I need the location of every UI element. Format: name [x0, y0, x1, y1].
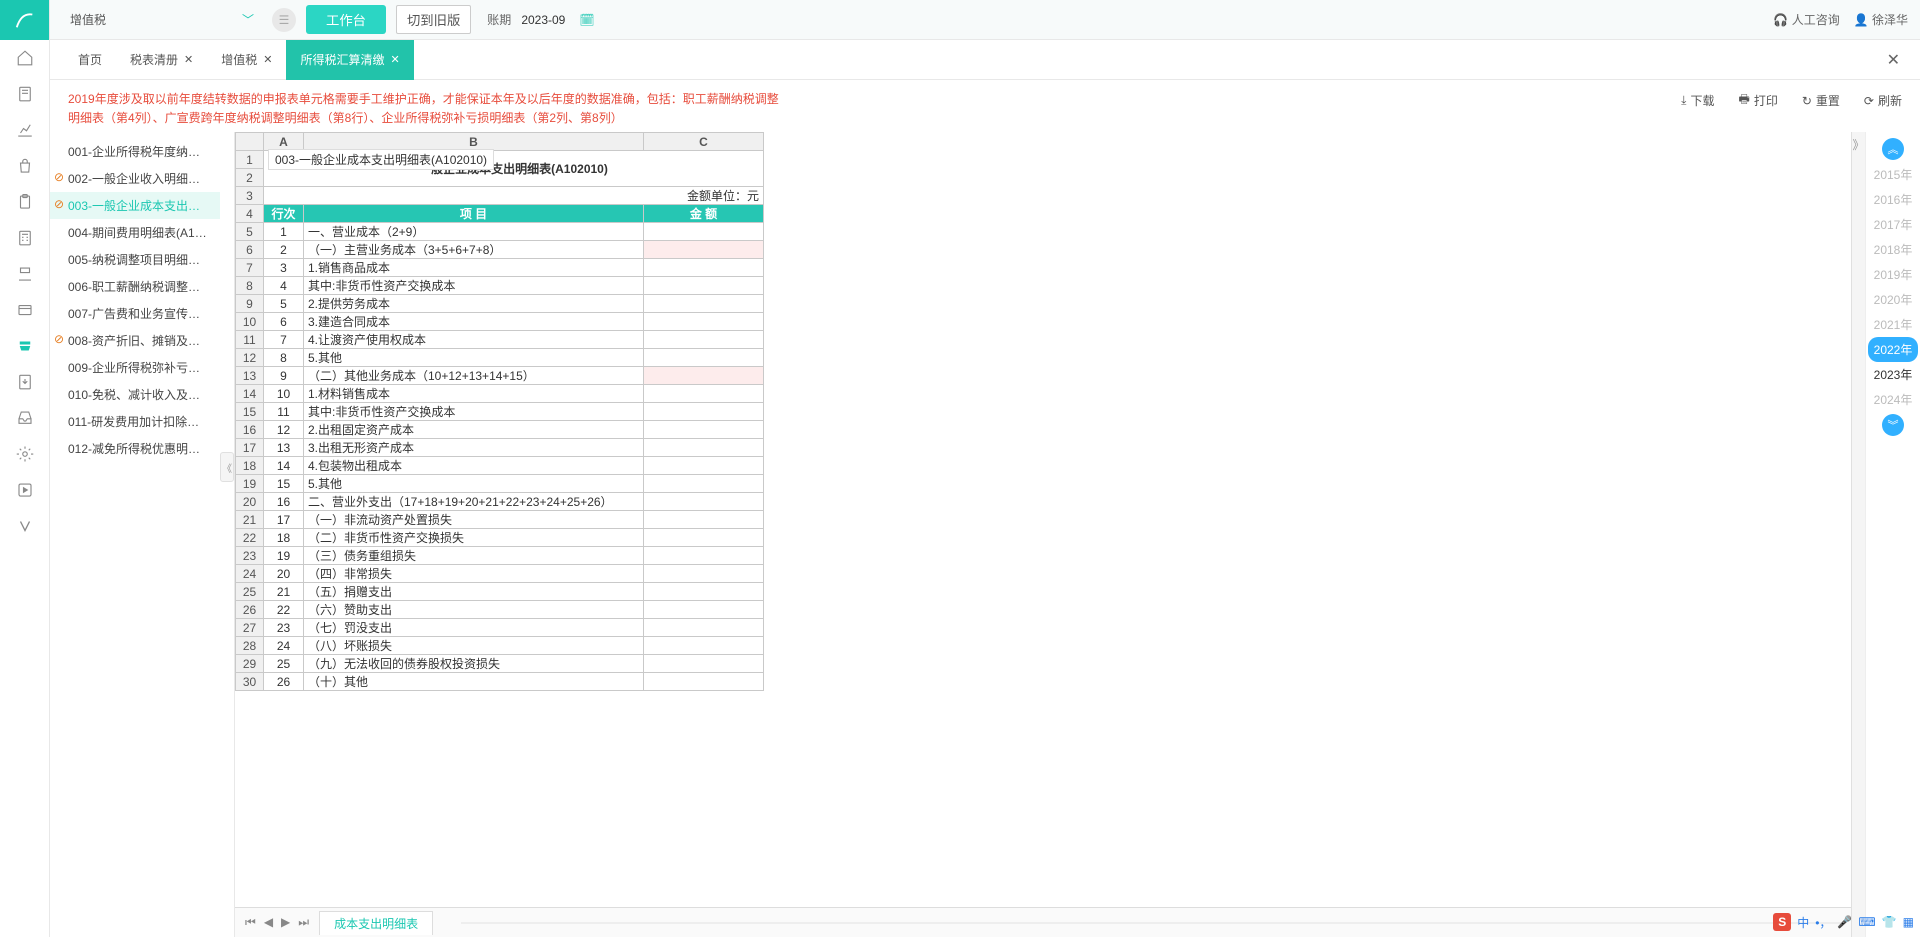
sheet-nav-first-icon[interactable]: ⏮ [243, 915, 258, 930]
ime-skin-icon[interactable]: 👕 [1882, 915, 1897, 929]
company-dropdown[interactable]: 增值税﹀ [62, 7, 262, 32]
nav-doc-icon[interactable] [0, 76, 49, 112]
collapse-tree-icon[interactable]: 《 [220, 452, 234, 482]
nav-play-icon[interactable] [0, 472, 49, 508]
left-sidebar [0, 0, 50, 937]
ime-logo-icon[interactable]: S [1773, 913, 1791, 931]
tree-item-11[interactable]: 012-减免所得税优惠明细表(… [50, 435, 220, 462]
ime-punct-icon[interactable]: •， [1815, 914, 1831, 931]
reset-button[interactable]: ↻ 重置 [1802, 90, 1840, 111]
year-2017年[interactable]: 2017年 [1868, 212, 1919, 237]
year-2016年[interactable]: 2016年 [1868, 187, 1919, 212]
year-2019年[interactable]: 2019年 [1868, 262, 1919, 287]
app-logo[interactable] [0, 0, 49, 40]
form-tree: 001-企业所得税年度纳税申…002-一般企业收入明细表(A…003-一般企业成… [50, 132, 220, 937]
print-button[interactable]: 🖶 打印 [1739, 90, 1778, 111]
spreadsheet[interactable]: ABC1一般企业成本支出明细表(A102010)23003-一般企业成本支出明细… [235, 132, 764, 691]
calendar-icon[interactable]: 🗓 [579, 13, 594, 27]
ime-toolbar: S 中 •， 🎤 ⌨ 👕 ▦ [1773, 913, 1914, 931]
sheet-nav-last-icon[interactable]: ⏭ [296, 915, 311, 930]
nav-v-icon[interactable] [0, 508, 49, 544]
nav-clipboard-icon[interactable] [0, 184, 49, 220]
chevron-down-icon: ﹀ [242, 11, 254, 28]
nav-calc-icon[interactable] [0, 220, 49, 256]
refresh-button[interactable]: ⟳ 刷新 [1864, 90, 1902, 111]
tree-item-5[interactable]: 006-职工薪酬纳税调整明细… [50, 273, 220, 300]
download-button[interactable]: ⤓ 下载 [1681, 90, 1714, 111]
tabbar: 首页税表清册✕增值税✕所得税汇算清缴✕ ✕ [50, 40, 1920, 80]
sheet-nav-prev-icon[interactable]: ◀ [262, 915, 275, 930]
nav-gear-icon[interactable] [0, 436, 49, 472]
tab-close-icon[interactable]: ✕ [391, 53, 400, 66]
nav-tax-icon[interactable] [0, 328, 49, 364]
year-rail: ︽ 2015年2016年2017年2018年2019年2020年2021年202… [1865, 132, 1920, 937]
nav-stamp-icon[interactable] [0, 256, 49, 292]
consult-link[interactable]: 🎧 人工咨询 [1773, 11, 1839, 28]
user-menu[interactable]: 👤 徐泽华 [1854, 11, 1908, 28]
tab-1[interactable]: 税表清册✕ [116, 40, 207, 80]
tab-close-icon[interactable]: ✕ [184, 53, 193, 66]
notice-text: 2019年度涉及取以前年度结转数据的申报表单元格需要手工维护正确，才能保证本年及… [68, 90, 788, 128]
tab-0[interactable]: 首页 [64, 40, 116, 80]
tree-item-1[interactable]: 002-一般企业收入明细表(A… [50, 165, 220, 192]
year-2018年[interactable]: 2018年 [1868, 237, 1919, 262]
year-up-icon[interactable]: ︽ [1882, 138, 1904, 160]
tab-2[interactable]: 增值税✕ [207, 40, 286, 80]
year-2020年[interactable]: 2020年 [1868, 287, 1919, 312]
tab-3[interactable]: 所得税汇算清缴✕ [286, 40, 413, 80]
year-2022年[interactable]: 2022年 [1868, 337, 1919, 362]
tree-item-2[interactable]: 003-一般企业成本支出明细… [50, 192, 220, 219]
sheet-nav-next-icon[interactable]: ▶ [279, 915, 292, 930]
switch-old-button[interactable]: 切到旧版 [396, 5, 471, 34]
ime-lang-icon[interactable]: 中 [1797, 914, 1809, 931]
ime-keyboard-icon[interactable]: ⌨ [1858, 915, 1875, 929]
nav-home-icon[interactable] [0, 40, 49, 76]
expand-right-icon[interactable]: 》 [1851, 132, 1865, 937]
tree-item-9[interactable]: 010-免税、减计收入及加计… [50, 381, 220, 408]
tree-item-6[interactable]: 007-广告费和业务宣传费跨… [50, 300, 220, 327]
tree-item-0[interactable]: 001-企业所得税年度纳税申… [50, 138, 220, 165]
sheet-tab[interactable]: 成本支出明细表 [319, 911, 433, 935]
list-icon[interactable]: ☰ [272, 8, 296, 32]
year-down-icon[interactable]: ︾ [1882, 414, 1904, 436]
tree-item-8[interactable]: 009-企业所得税弥补亏损明… [50, 354, 220, 381]
period-label: 账期 [487, 11, 511, 28]
workbench-button[interactable]: 工作台 [306, 5, 386, 34]
tree-item-4[interactable]: 005-纳税调整项目明细表(A1… [50, 246, 220, 273]
tree-item-7[interactable]: 008-资产折旧、摊销及纳税… [50, 327, 220, 354]
nav-inbox-icon[interactable] [0, 400, 49, 436]
year-2021年[interactable]: 2021年 [1868, 312, 1919, 337]
period-value[interactable]: 2023-09 [521, 13, 565, 27]
year-2024年[interactable]: 2024年 [1868, 387, 1919, 412]
year-2023年[interactable]: 2023年 [1868, 362, 1919, 387]
nav-bag-icon[interactable] [0, 148, 49, 184]
topbar: 增值税﹀ ☰ 工作台 切到旧版 账期 2023-09 🗓 🎧 人工咨询 👤 徐泽… [50, 0, 1920, 40]
nav-chart-icon[interactable] [0, 112, 49, 148]
tree-item-3[interactable]: 004-期间费用明细表(A1040… [50, 219, 220, 246]
tree-item-10[interactable]: 011-研发费用加计扣除优惠… [50, 408, 220, 435]
nav-export-icon[interactable] [0, 364, 49, 400]
close-all-icon[interactable]: ✕ [1881, 50, 1906, 70]
nav-box-icon[interactable] [0, 292, 49, 328]
ime-tools-icon[interactable]: ▦ [1903, 915, 1914, 929]
tab-close-icon[interactable]: ✕ [263, 53, 272, 66]
ime-mic-icon[interactable]: 🎤 [1837, 915, 1852, 929]
year-2015年[interactable]: 2015年 [1868, 162, 1919, 187]
horizontal-scrollbar[interactable] [461, 918, 1843, 928]
